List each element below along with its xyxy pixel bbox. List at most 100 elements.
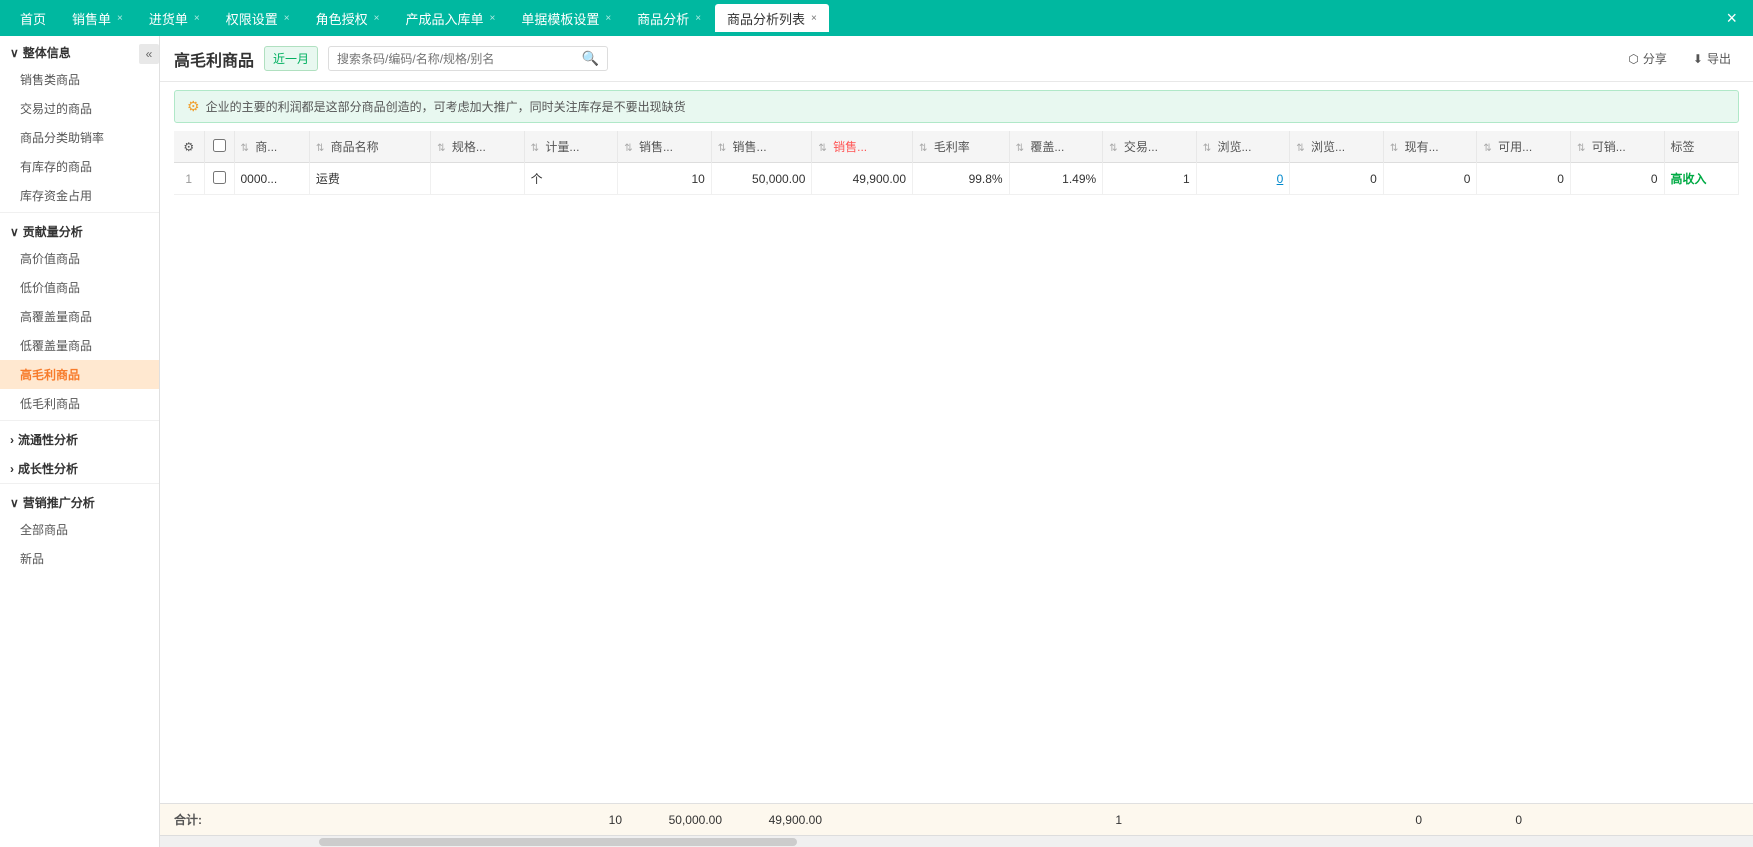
- window-close-button[interactable]: ×: [1718, 8, 1745, 29]
- cell-current: 0: [1383, 163, 1477, 195]
- col-sales-qty[interactable]: ⇅ 销售...: [618, 131, 712, 163]
- tab-commodity-analysis-close[interactable]: ×: [695, 13, 701, 24]
- col-unit[interactable]: ⇅ 计量...: [524, 131, 618, 163]
- tab-purchase-close[interactable]: ×: [194, 13, 200, 24]
- tab-role[interactable]: 角色授权 ×: [304, 4, 392, 32]
- cell-view1[interactable]: 0: [1196, 163, 1290, 195]
- cell-name: 运费: [309, 163, 430, 195]
- footer-label: 合计:: [174, 811, 202, 828]
- table-footer: 合计: 10 50,000.00 49,900.00 1 0 0: [160, 803, 1753, 835]
- cell-unit: 个: [524, 163, 618, 195]
- col-gross-rate[interactable]: ⇅ 毛利率: [913, 131, 1010, 163]
- sidebar-item-in-stock[interactable]: 有库存的商品: [0, 152, 159, 181]
- col-sales-profit[interactable]: ⇅ 销售...: [812, 131, 913, 163]
- sidebar-item-high-margin[interactable]: 高毛利商品: [0, 360, 159, 389]
- col-trade[interactable]: ⇅ 交易...: [1103, 131, 1197, 163]
- search-icon[interactable]: 🔍: [582, 50, 599, 67]
- sidebar-group-contribution-arrow: ∨: [10, 225, 19, 239]
- tab-permission[interactable]: 权限设置 ×: [214, 4, 302, 32]
- col-sales-amount-sort-icon: ⇅: [718, 143, 726, 154]
- cell-view2: 0: [1290, 163, 1384, 195]
- col-checkbox[interactable]: [204, 131, 234, 163]
- tab-home[interactable]: 首页: [8, 4, 58, 32]
- col-available-sort-icon: ⇅: [1483, 143, 1491, 154]
- sidebar-group-liquidity-arrow: ›: [10, 433, 14, 447]
- tab-commodity-analysis-list[interactable]: 商品分析列表 ×: [715, 4, 829, 32]
- col-unit-sort-icon: ⇅: [531, 143, 539, 154]
- col-sales-profit-sort-icon: ⇅: [818, 143, 826, 154]
- export-btn[interactable]: ⬇ 导出: [1685, 46, 1739, 71]
- col-sales-amount[interactable]: ⇅ 销售...: [711, 131, 812, 163]
- info-icon: ⚙: [187, 98, 200, 115]
- col-code[interactable]: ⇅ 商...: [234, 131, 309, 163]
- tab-role-close[interactable]: ×: [374, 13, 380, 24]
- sidebar-item-all-goods[interactable]: 全部商品: [0, 515, 159, 544]
- cell-tag: 高收入: [1664, 163, 1738, 195]
- col-settings[interactable]: ⚙: [174, 131, 204, 163]
- sidebar-item-sales-goods[interactable]: 销售类商品: [0, 65, 159, 94]
- col-saleable[interactable]: ⇅ 可销...: [1570, 131, 1664, 163]
- tab-product-inbound[interactable]: 产成品入库单 ×: [393, 4, 507, 32]
- sidebar-group-marketing[interactable]: ∨ 营销推广分析: [0, 486, 159, 515]
- col-spec-sort-icon: ⇅: [437, 143, 445, 154]
- sidebar-item-new-goods[interactable]: 新品: [0, 544, 159, 573]
- tab-role-label: 角色授权: [316, 9, 368, 28]
- scrollbar-thumb[interactable]: [319, 838, 797, 846]
- export-icon: ⬇: [1693, 52, 1703, 66]
- share-btn[interactable]: ⬡ 分享: [1620, 46, 1675, 71]
- search-input[interactable]: [337, 52, 576, 66]
- select-all-checkbox[interactable]: [213, 139, 226, 152]
- col-name[interactable]: ⇅ 商品名称: [309, 131, 430, 163]
- sidebar-group-overall[interactable]: ∨ 整体信息: [0, 36, 159, 65]
- sidebar-item-low-coverage[interactable]: 低覆盖量商品: [0, 331, 159, 360]
- tab-commodity-analysis[interactable]: 商品分析 ×: [625, 4, 713, 32]
- tab-product-inbound-close[interactable]: ×: [489, 13, 495, 24]
- cell-code[interactable]: 0000...: [234, 163, 309, 195]
- settings-icon[interactable]: ⚙: [183, 140, 194, 154]
- sidebar-item-traded-goods[interactable]: 交易过的商品: [0, 94, 159, 123]
- col-name-sort-icon: ⇅: [316, 143, 324, 154]
- tab-purchase-label: 进货单: [149, 9, 188, 28]
- col-tag[interactable]: 标签: [1664, 131, 1738, 163]
- col-coverage[interactable]: ⇅ 覆盖...: [1009, 131, 1103, 163]
- tab-permission-close[interactable]: ×: [284, 13, 290, 24]
- info-banner: ⚙ 企业的主要的利润都是这部分商品创造的，可考虑加大推广，同时关注库存是不要出现…: [174, 90, 1739, 123]
- tab-product-inbound-label: 产成品入库单: [405, 9, 483, 28]
- col-view1-sort-icon: ⇅: [1203, 143, 1211, 154]
- sidebar-item-category-rate[interactable]: 商品分类助销率: [0, 123, 159, 152]
- footer-sales-amount: 50,000.00: [642, 813, 722, 827]
- tab-sales-close[interactable]: ×: [117, 13, 123, 24]
- sidebar-group-growth[interactable]: › 成长性分析: [0, 452, 159, 481]
- col-available[interactable]: ⇅ 可用...: [1477, 131, 1571, 163]
- sidebar-item-high-value[interactable]: 高价值商品: [0, 244, 159, 273]
- cell-saleable: 0: [1570, 163, 1664, 195]
- tab-commodity-analysis-list-close[interactable]: ×: [811, 13, 817, 24]
- sidebar-item-high-coverage[interactable]: 高覆盖量商品: [0, 302, 159, 331]
- sidebar-item-stock-capital[interactable]: 库存资金占用: [0, 181, 159, 210]
- table-container[interactable]: ⚙ ⇅ 商... ⇅ 商品名称: [174, 131, 1739, 803]
- col-current[interactable]: ⇅ 现有...: [1383, 131, 1477, 163]
- filter-last-month-btn[interactable]: 近一月: [264, 46, 318, 71]
- cell-available: 0: [1477, 163, 1571, 195]
- sidebar-collapse-btn[interactable]: «: [139, 44, 159, 64]
- row-num: 1: [174, 163, 204, 195]
- page-title: 高毛利商品: [174, 47, 254, 71]
- horizontal-scrollbar[interactable]: [160, 835, 1753, 847]
- tab-template-close[interactable]: ×: [605, 13, 611, 24]
- tab-template[interactable]: 单据模板设置 ×: [509, 4, 623, 32]
- sidebar-item-low-margin[interactable]: 低毛利商品: [0, 389, 159, 418]
- col-view1[interactable]: ⇅ 浏览...: [1196, 131, 1290, 163]
- sidebar-group-contribution[interactable]: ∨ 贡献量分析: [0, 215, 159, 244]
- col-spec[interactable]: ⇅ 规格...: [431, 131, 525, 163]
- col-view2[interactable]: ⇅ 浏览...: [1290, 131, 1384, 163]
- tab-purchase[interactable]: 进货单 ×: [137, 4, 212, 32]
- row-checkbox[interactable]: [213, 171, 226, 184]
- footer-current: 0: [1342, 813, 1422, 827]
- content-area: 高毛利商品 近一月 🔍 ⬡ 分享 ⬇ 导出 ⚙ 企业的主要的利润都是这部分商品创…: [160, 36, 1753, 847]
- tab-sales[interactable]: 销售单 ×: [60, 4, 135, 32]
- col-sort-icon: ⇅: [241, 143, 249, 154]
- cell-coverage: 1.49%: [1009, 163, 1103, 195]
- row-checkbox-cell[interactable]: [204, 163, 234, 195]
- sidebar-group-liquidity[interactable]: › 流通性分析: [0, 423, 159, 452]
- sidebar-item-low-value[interactable]: 低价值商品: [0, 273, 159, 302]
